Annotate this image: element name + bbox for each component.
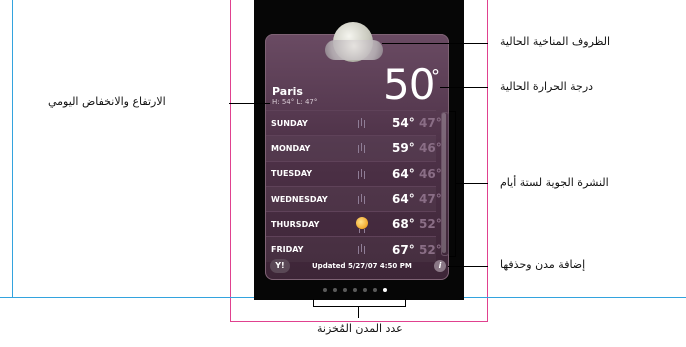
page-dot[interactable] [323,288,327,292]
callout-line [382,43,488,44]
page-dot[interactable] [333,288,337,292]
forecast-day: SUNDAY [271,118,308,128]
forecast-day: THURSDAY [271,219,320,229]
callout-line [440,87,488,88]
callout-bracket [449,111,456,112]
forecast-day: FRIDAY [271,245,304,255]
yahoo-icon[interactable]: Y! [270,259,290,273]
forecast-low: 46° [419,141,442,156]
page-dot[interactable] [353,288,357,292]
rain-icon [356,167,368,181]
forecast-high: 68° [392,217,415,232]
page-dot[interactable] [363,288,367,292]
forecast-day: TUESDAY [271,169,313,179]
forecast-high: 64° [392,192,415,207]
callout-bracket [313,306,406,307]
forecast-high: 59° [392,141,415,156]
forecast-low: 52° [419,217,442,232]
degree-symbol: ° [431,66,440,87]
page-dot[interactable] [343,288,347,292]
callout-bracket [449,256,456,257]
updated-timestamp: Updated 5/27/07 4:50 PM [312,262,412,270]
forecast-row: WEDNESDAY 64° 47° [266,185,442,212]
forecast-low: 47° [419,192,442,207]
current-conditions-icon [325,22,383,66]
city-name: Paris [272,85,303,98]
rain-icon [356,141,368,155]
forecast-row: THURSDAY 68° 52° [266,211,442,236]
rain-icon [356,242,368,256]
forecast-low: 52° [419,242,442,257]
page-dot[interactable] [373,288,377,292]
forecast-high: 54° [392,116,415,131]
label-current-temperature: درجة الحرارة الحالية [500,80,594,93]
label-stored-cities-count: عدد المدن المُخزنة [317,322,403,335]
guide-line-right [487,0,488,322]
guide-line-left [230,0,231,322]
six-day-forecast: SUNDAY 54° 47° MONDAY 59° 46° TUESDAY 64… [266,110,442,262]
cloud-icon [325,40,383,60]
forecast-high: 64° [392,166,415,181]
forecast-row: FRIDAY 67° 52° [266,236,442,262]
info-button[interactable]: i [434,260,446,272]
forecast-day: MONDAY [271,143,311,153]
forecast-row: SUNDAY 54° 47° [266,110,442,135]
forecast-row: TUESDAY 64° 46° [266,160,442,186]
daily-high-low: H: 54° L: 47° [272,98,318,106]
current-temperature: 50 [383,60,435,109]
label-daily-high-low: الارتفاع والانخفاض اليومي [48,95,166,108]
rain-icon [356,192,368,206]
page-dot-active[interactable] [383,288,387,292]
rain-icon [356,116,368,130]
forecast-row: MONDAY 59° 46° [266,135,442,161]
callout-line [358,306,359,318]
label-six-day-forecast: النشرة الجوية لستة أيام [500,176,609,189]
label-current-conditions: الظروف المناخية الحالية [500,35,611,48]
callout-bracket [455,111,456,257]
sun-icon [356,217,368,234]
forecast-high: 67° [392,242,415,257]
callout-line [448,266,488,267]
page-indicator[interactable] [323,288,387,292]
guide-line-vertical [12,0,13,298]
forecast-day: WEDNESDAY [271,194,328,204]
label-add-delete-cities: إضافة مدن وحذفها [500,258,586,271]
callout-line [455,183,488,184]
callout-line [229,103,270,104]
forecast-scrollbar[interactable] [442,113,446,253]
forecast-low: 47° [419,116,442,131]
forecast-low: 46° [419,166,442,181]
